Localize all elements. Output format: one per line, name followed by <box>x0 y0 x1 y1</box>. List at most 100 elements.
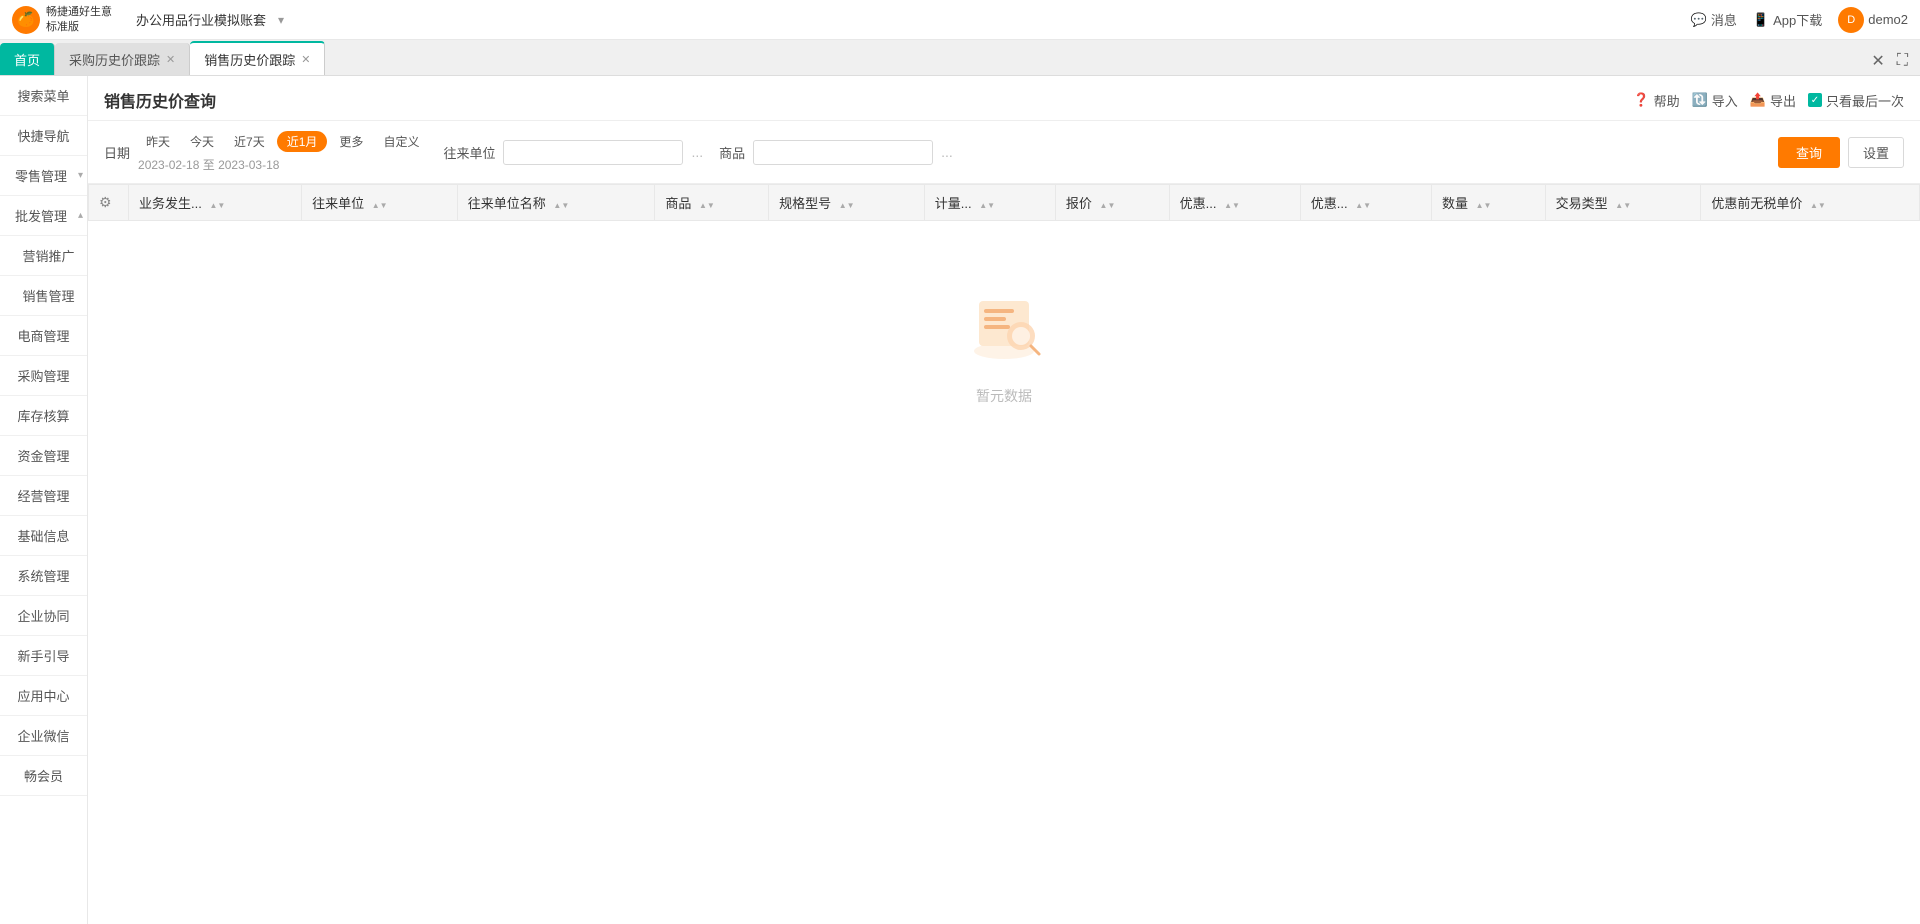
sidebar-marketing-label: 营销推广 <box>16 246 81 265</box>
user-menu[interactable]: D demo2 <box>1838 7 1908 33</box>
sort-icon-biz-date: ▲▼ <box>209 202 225 210</box>
sort-icon-unit-code: ▲▼ <box>372 202 388 210</box>
data-table: ⚙ 业务发生... ▲▼ 往来单位 ▲▼ 往来单位名称 ▲▼ <box>88 184 1920 221</box>
tab-sales-history[interactable]: 销售历史价跟踪 ✕ <box>190 41 325 75</box>
goods-dots[interactable]: ... <box>941 144 953 160</box>
sort-icon-qty: ▲▼ <box>1476 202 1492 210</box>
sidebar-ecommerce-label: 电商管理 <box>6 326 81 345</box>
sidebar-item-operations[interactable]: 经营管理 <box>0 476 87 516</box>
tab-home-label: 首页 <box>14 50 40 69</box>
sidebar-item-marketing[interactable]: 营销推广 <box>0 236 87 276</box>
main-layout: 搜索菜单 快捷导航 零售管理 ▾ 批发管理 ▴ 营销推广 销售管理 电商管理 采… <box>0 76 1920 924</box>
sidebar-inventory-label: 库存核算 <box>6 406 81 425</box>
sidebar-system-label: 系统管理 <box>6 566 81 585</box>
sidebar-item-basic-info[interactable]: 基础信息 <box>0 516 87 556</box>
th-goods[interactable]: 商品 ▲▼ <box>655 185 769 221</box>
sidebar-item-new-user[interactable]: 新手引导 <box>0 636 87 676</box>
sort-icon-unit: ▲▼ <box>979 202 995 210</box>
date-option-7days[interactable]: 近7天 <box>226 131 273 152</box>
date-option-1month[interactable]: 近1月 <box>277 131 328 152</box>
date-option-yesterday[interactable]: 昨天 <box>138 131 178 152</box>
date-option-custom[interactable]: 自定义 <box>375 131 427 152</box>
from-unit-filter-group: 往来单位 ... <box>443 140 703 165</box>
th-discount1[interactable]: 优惠... ▲▼ <box>1169 185 1300 221</box>
from-unit-dots[interactable]: ... <box>691 144 703 160</box>
tab-purchase-history-close[interactable]: ✕ <box>166 53 175 66</box>
sidebar-item-retail[interactable]: 零售管理 ▾ <box>0 156 87 196</box>
sort-icon-discount1: ▲▼ <box>1224 202 1240 210</box>
sidebar-item-membership[interactable]: 畅会员 <box>0 756 87 796</box>
date-option-more[interactable]: 更多 <box>331 131 371 152</box>
filter-bar: 日期 昨天 今天 近7天 近1月 更多 自定义 2023-02-18 至 202… <box>88 121 1920 184</box>
logo-icon: 🍊 <box>12 6 40 34</box>
expand-tab-button[interactable]: ⛶ <box>1893 50 1912 72</box>
app-download-button[interactable]: 📱 App下载 <box>1753 10 1822 29</box>
sort-icon-pre-discount-price: ▲▼ <box>1810 202 1826 210</box>
logo-text: 畅捷通好生意 标准版 <box>46 5 112 34</box>
sort-icon-spec: ▲▼ <box>839 202 855 210</box>
sidebar-item-ecommerce[interactable]: 电商管理 <box>0 316 87 356</box>
help-button[interactable]: ❓ 帮助 <box>1633 91 1679 110</box>
sidebar-item-purchase[interactable]: 采购管理 <box>0 356 87 396</box>
th-trade-type[interactable]: 交易类型 ▲▼ <box>1545 185 1701 221</box>
sidebar-new-user-label: 新手引导 <box>6 646 81 665</box>
setting-button[interactable]: 设置 <box>1848 137 1904 168</box>
query-button[interactable]: 查询 <box>1778 137 1840 168</box>
settings-icon[interactable]: ⚙ <box>99 194 112 210</box>
th-unit-name[interactable]: 往来单位名称 ▲▼ <box>457 185 655 221</box>
empty-icon <box>959 281 1049 371</box>
date-option-today[interactable]: 今天 <box>182 131 222 152</box>
app-icon: 📱 <box>1753 12 1769 28</box>
sidebar-item-wholesale[interactable]: 批发管理 ▴ <box>0 196 87 236</box>
tabbar: 首页 采购历史价跟踪 ✕ 销售历史价跟踪 ✕ ✕ ⛶ <box>0 40 1920 76</box>
tab-purchase-history-label: 采购历史价跟踪 <box>69 50 160 69</box>
table-header-row: ⚙ 业务发生... ▲▼ 往来单位 ▲▼ 往来单位名称 ▲▼ <box>89 185 1920 221</box>
sidebar-item-enterprise-collab[interactable]: 企业协同 <box>0 596 87 636</box>
message-button[interactable]: 💬 消息 <box>1691 10 1737 29</box>
topbar-dropdown[interactable]: ▾ <box>278 13 284 27</box>
sidebar-item-finance[interactable]: 资金管理 <box>0 436 87 476</box>
th-unit-code[interactable]: 往来单位 ▲▼ <box>302 185 458 221</box>
sidebar: 搜索菜单 快捷导航 零售管理 ▾ 批发管理 ▴ 营销推广 销售管理 电商管理 采… <box>0 76 88 924</box>
th-settings: ⚙ <box>89 185 129 221</box>
tab-home[interactable]: 首页 <box>0 43 55 75</box>
sidebar-item-quick-nav[interactable]: 快捷导航 <box>0 116 87 156</box>
th-qty[interactable]: 数量 ▲▼ <box>1431 185 1545 221</box>
checkbox-checked-icon: ✓ <box>1808 93 1822 107</box>
import-icon: 🔃 <box>1692 92 1708 108</box>
sidebar-membership-label: 畅会员 <box>6 766 81 785</box>
th-biz-date[interactable]: 业务发生... ▲▼ <box>129 185 302 221</box>
goods-input[interactable] <box>753 140 933 165</box>
message-icon: 💬 <box>1691 12 1707 28</box>
chevron-down-icon: ▾ <box>78 170 83 181</box>
table-container: ⚙ 业务发生... ▲▼ 往来单位 ▲▼ 往来单位名称 ▲▼ <box>88 184 1920 924</box>
help-icon: ❓ <box>1633 92 1649 108</box>
sidebar-wechat-label: 企业微信 <box>6 726 81 745</box>
sidebar-sales-mgmt-label: 销售管理 <box>16 286 81 305</box>
goods-filter-group: 商品 ... <box>719 140 953 165</box>
sidebar-item-inventory[interactable]: 库存核算 <box>0 396 87 436</box>
from-unit-input[interactable] <box>503 140 683 165</box>
date-filter-group: 日期 昨天 今天 近7天 近1月 更多 自定义 2023-02-18 至 202… <box>104 131 427 173</box>
sidebar-item-search[interactable]: 搜索菜单 <box>0 76 87 116</box>
date-filter-label: 日期 <box>104 143 130 162</box>
sidebar-item-system[interactable]: 系统管理 <box>0 556 87 596</box>
sort-icon-unit-name: ▲▼ <box>553 202 569 210</box>
close-all-tabs-button[interactable]: ✕ <box>1867 49 1888 73</box>
sidebar-app-center-label: 应用中心 <box>6 686 81 705</box>
th-discount2[interactable]: 优惠... ▲▼ <box>1300 185 1431 221</box>
sidebar-item-wechat[interactable]: 企业微信 <box>0 716 87 756</box>
th-spec[interactable]: 规格型号 ▲▼ <box>769 185 925 221</box>
sort-icon-quote: ▲▼ <box>1100 202 1116 210</box>
th-unit[interactable]: 计量... ▲▼ <box>924 185 1055 221</box>
only-last-checkbox[interactable]: ✓ 只看最后一次 <box>1808 91 1904 110</box>
sidebar-item-app-center[interactable]: 应用中心 <box>0 676 87 716</box>
th-pre-discount-price[interactable]: 优惠前无税单价 ▲▼ <box>1701 185 1920 221</box>
sidebar-purchase-label: 采购管理 <box>6 366 81 385</box>
export-button[interactable]: 📤 导出 <box>1750 91 1796 110</box>
th-quote[interactable]: 报价 ▲▼ <box>1055 185 1169 221</box>
tab-purchase-history[interactable]: 采购历史价跟踪 ✕ <box>55 43 190 75</box>
tab-sales-history-close[interactable]: ✕ <box>301 53 310 66</box>
sidebar-item-sales-mgmt[interactable]: 销售管理 <box>0 276 87 316</box>
import-button[interactable]: 🔃 导入 <box>1692 91 1738 110</box>
